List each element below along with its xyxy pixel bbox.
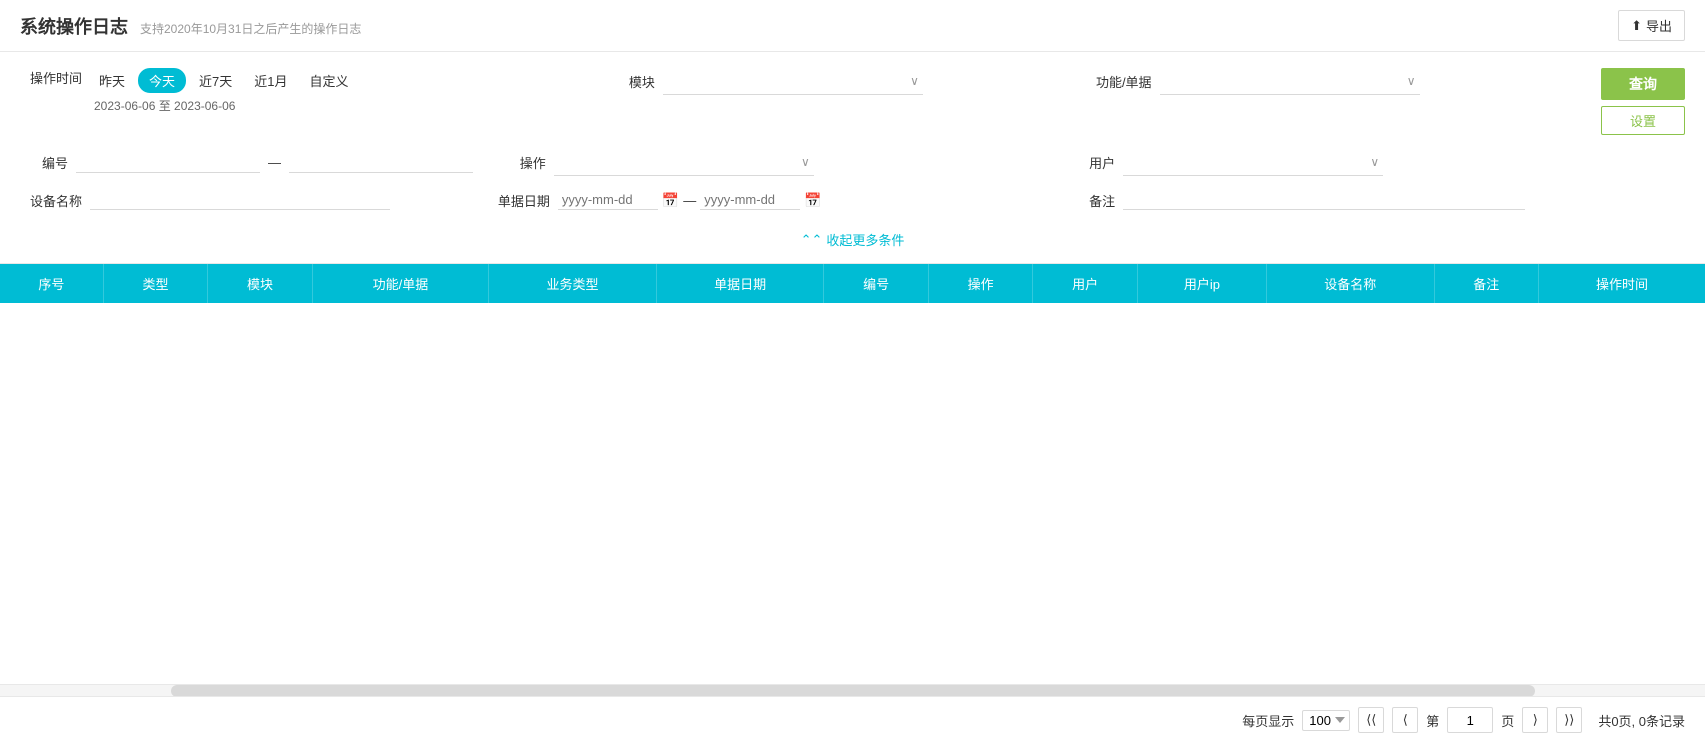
remark-input[interactable] [1123, 190, 1383, 209]
time-btn-1month[interactable]: 近1月 [245, 68, 296, 93]
user-chevron-icon: ∨ [1370, 155, 1379, 169]
collapse-up-icon: ⌃⌃ [801, 232, 823, 248]
module-select[interactable]: ∨ [663, 68, 923, 95]
time-btn-7days[interactable]: 近7天 [190, 68, 241, 93]
user-select[interactable]: ∨ [1123, 149, 1383, 176]
func-label: 功能/单据 [1096, 72, 1160, 91]
module-chevron-icon: ∨ [910, 74, 919, 88]
device-input[interactable] [90, 190, 370, 209]
table-container: 序号类型模块功能/单据业务类型单据日期编号操作用户用户ip设备名称备注操作时间 [0, 264, 1705, 684]
last-page-button[interactable]: ⟩⟩ [1556, 707, 1582, 733]
per-page-label: 每页显示 [1242, 711, 1294, 730]
horizontal-scrollbar[interactable] [0, 684, 1705, 696]
export-button[interactable]: ⬆ 导出 [1618, 10, 1685, 41]
pagination-bar: 每页显示 100 50 200 ⟨⟨ ⟨ 第 页 ⟩ ⟩⟩ 共0页, 0条记录 [0, 696, 1705, 743]
user-label: 用户 [1067, 153, 1123, 172]
table-header-业务类型: 业务类型 [489, 264, 657, 303]
doc-date-from-group: 📅 [558, 190, 679, 210]
table-header-编号: 编号 [824, 264, 928, 303]
no-label: 编号 [20, 153, 76, 172]
time-btn-today[interactable]: 今天 [138, 68, 186, 93]
calendar-to-icon[interactable]: 📅 [804, 192, 821, 209]
op-chevron-icon: ∨ [801, 155, 810, 169]
query-button[interactable]: 查询 [1601, 68, 1685, 100]
func-chevron-icon: ∨ [1407, 74, 1416, 88]
settings-button[interactable]: 设置 [1601, 106, 1685, 135]
op-label: 操作 [498, 153, 554, 172]
date-range-display: 2023-06-06 至 2023-06-06 [94, 97, 358, 114]
first-page-button[interactable]: ⟨⟨ [1358, 707, 1384, 733]
table-header-操作时间: 操作时间 [1539, 264, 1705, 303]
total-info: 共0页, 0条记录 [1598, 711, 1685, 730]
table-header-操作: 操作 [928, 264, 1032, 303]
doc-date-label: 单据日期 [498, 191, 558, 210]
per-page-select[interactable]: 100 50 200 [1302, 710, 1350, 731]
page-subtitle: 支持2020年10月31日之后产生的操作日志 [140, 20, 361, 37]
table-header-用户: 用户 [1033, 264, 1137, 303]
op-select[interactable]: ∨ [554, 149, 814, 176]
doc-date-to-group: 📅 [700, 190, 821, 210]
doc-date-separator: — [679, 193, 700, 208]
prev-page-button[interactable]: ⟨ [1392, 707, 1418, 733]
module-label: 模块 [607, 72, 663, 91]
table-header-序号: 序号 [0, 264, 103, 303]
no-from-input[interactable] [76, 153, 260, 172]
export-icon: ⬆ [1631, 18, 1642, 34]
time-label: 操作时间 [20, 68, 90, 87]
next-page-button[interactable]: ⟩ [1522, 707, 1548, 733]
table-header-模块: 模块 [208, 264, 312, 303]
func-select[interactable]: ∨ [1160, 68, 1420, 95]
doc-date-to-input[interactable] [700, 190, 800, 210]
no-dash: — [260, 155, 289, 170]
table-header-单据日期: 单据日期 [656, 264, 824, 303]
table-header-功能/单据: 功能/单据 [312, 264, 488, 303]
page-title: 系统操作日志 [20, 13, 128, 39]
collapse-button[interactable]: ⌃⌃ 收起更多条件 [801, 230, 905, 249]
calendar-from-icon[interactable]: 📅 [662, 192, 679, 209]
table-header-设备名称: 设备名称 [1266, 264, 1434, 303]
page-number-input[interactable] [1447, 707, 1493, 733]
page-label: 第 [1426, 711, 1439, 730]
table-header-备注: 备注 [1434, 264, 1538, 303]
device-label: 设备名称 [20, 191, 90, 210]
page-suffix: 页 [1501, 711, 1514, 730]
time-btn-custom[interactable]: 自定义 [301, 68, 358, 93]
remark-label: 备注 [1067, 191, 1123, 210]
doc-date-from-input[interactable] [558, 190, 658, 210]
no-to-input[interactable] [289, 153, 473, 172]
time-btn-yesterday[interactable]: 昨天 [90, 68, 134, 93]
table-header-用户ip: 用户ip [1137, 264, 1266, 303]
table-header-类型: 类型 [103, 264, 207, 303]
